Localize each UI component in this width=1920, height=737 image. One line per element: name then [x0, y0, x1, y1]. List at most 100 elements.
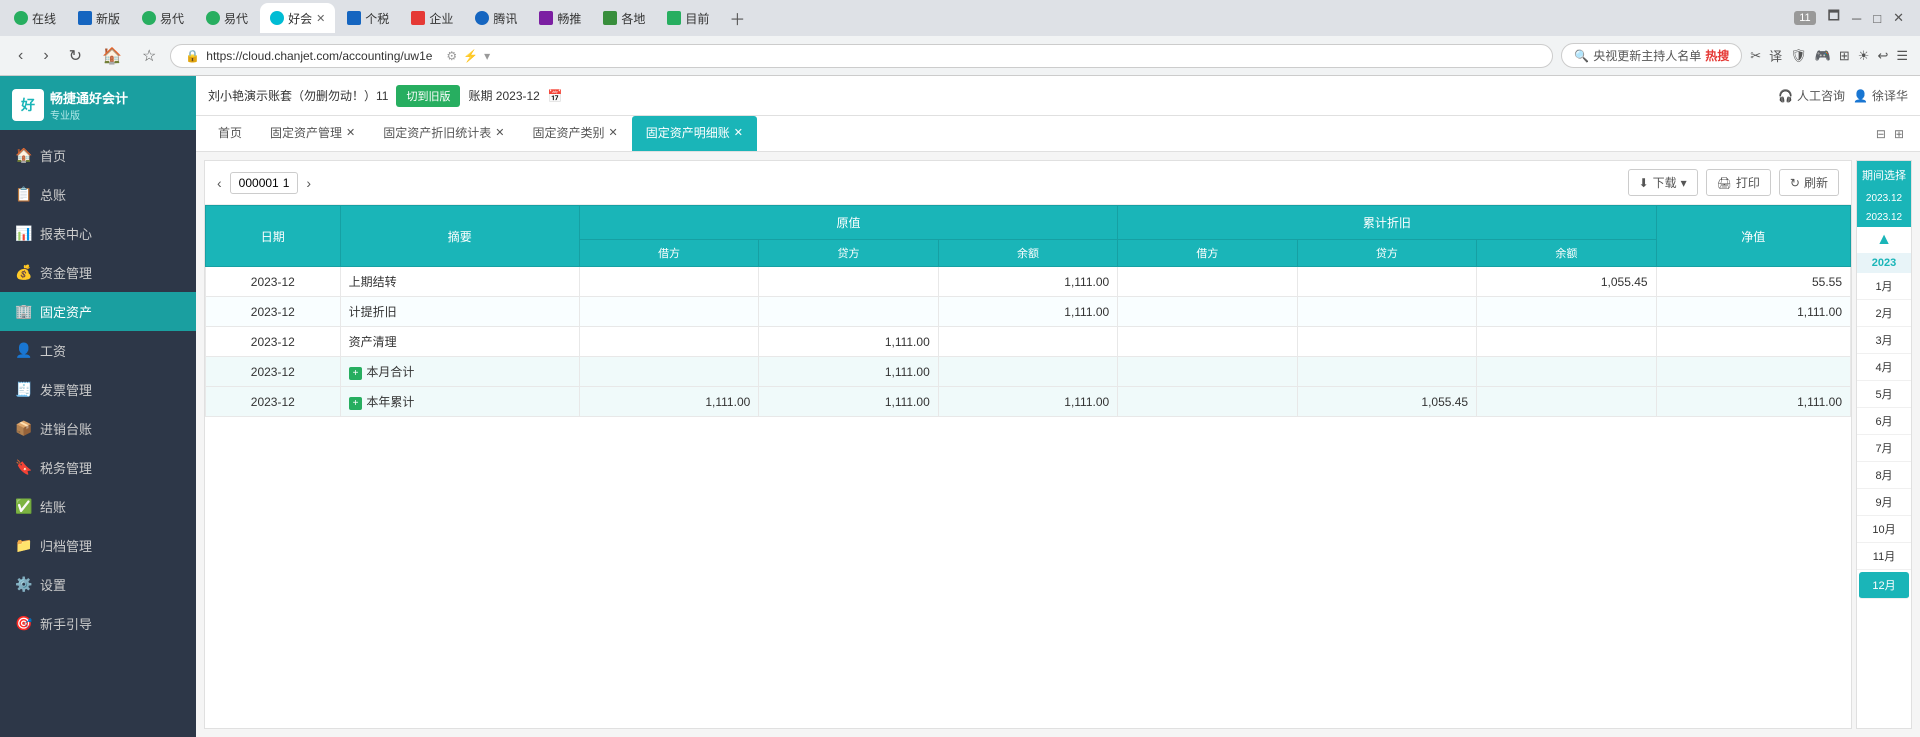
table-row[interactable]: 2023-12 上期结转 1,111.00 1,055.45 55.55 — [206, 267, 1851, 297]
period-month-9[interactable]: 9月 — [1857, 489, 1911, 516]
sidebar-item-general-ledger[interactable]: 📋 总账 — [0, 175, 196, 214]
period-month-6[interactable]: 6月 — [1857, 408, 1911, 435]
url-bar[interactable]: 🔒 https://cloud.chanjet.com/accounting/u… — [170, 44, 1553, 68]
browser-tab-tencent[interactable]: 腾讯 — [465, 3, 527, 33]
tab-close-icon[interactable]: ✕ — [316, 12, 325, 25]
settings-icon: ⚙ — [446, 49, 457, 63]
prev-account-button[interactable]: ‹ — [217, 175, 222, 191]
account-code-box[interactable]: 000001 1 — [230, 172, 299, 194]
tab-label: 企业 — [429, 10, 453, 27]
cell-orig-balance — [938, 327, 1117, 357]
period-month-10[interactable]: 10月 — [1857, 516, 1911, 543]
ledger-panel: ‹ 000001 1 › ⬇ 下载 ▾ 🖨 打印 — [204, 160, 1852, 729]
calendar-icon[interactable]: 📅 — [548, 89, 563, 103]
browser-tab-muqian[interactable]: 目前 — [657, 3, 719, 33]
download-icon: ⬇ — [1639, 176, 1649, 190]
period-month-4[interactable]: 4月 — [1857, 354, 1911, 381]
sidebar-item-settings[interactable]: ⚙️ 设置 — [0, 565, 196, 604]
period-month-1[interactable]: 1月 — [1857, 273, 1911, 300]
search-box[interactable]: 🔍 央视更新主持人名单 热搜 — [1561, 43, 1742, 68]
col-header-date: 日期 — [206, 206, 341, 267]
period-month-8[interactable]: 8月 — [1857, 462, 1911, 489]
scissors-icon[interactable]: ✂ — [1750, 48, 1761, 64]
next-account-button[interactable]: › — [306, 175, 311, 191]
table-row[interactable]: 2023-12 资产清理 1,111.00 — [206, 327, 1851, 357]
minimize-panel-icon[interactable]: ⊟ — [1876, 127, 1886, 141]
browser-tab-bar: 在线 新版 易代 易代 好会 ✕ 个税 企业 腾讯 — [0, 0, 1920, 36]
bookmark-button[interactable]: ☆ — [136, 44, 162, 68]
col-header-summary: 摘要 — [340, 206, 579, 267]
tab-asset-category[interactable]: 固定资产类别 ✕ — [518, 116, 631, 151]
sidebar-item-reports[interactable]: 📊 报表中心 — [0, 214, 196, 253]
sidebar-item-payroll[interactable]: 👤 工资 — [0, 331, 196, 370]
period-scroll-up[interactable]: ▲ — [1857, 227, 1911, 253]
close-window-icon[interactable]: ✕ — [1893, 10, 1904, 26]
back-button[interactable]: ‹ — [12, 45, 29, 67]
period-month-5[interactable]: 5月 — [1857, 381, 1911, 408]
browser-tab-yidai2[interactable]: 易代 — [196, 3, 258, 33]
sidebar-item-label: 税务管理 — [40, 458, 92, 477]
tab-depreciation-stats[interactable]: 固定资产折旧统计表 ✕ — [369, 116, 518, 151]
restore-window-icon[interactable]: 🗖 — [1828, 7, 1840, 29]
tab-close-icon[interactable]: ✕ — [495, 126, 504, 139]
tab-close-icon[interactable]: ✕ — [346, 126, 355, 139]
shield-icon[interactable]: 🛡 — [1790, 48, 1807, 64]
table-row-annual-total[interactable]: 2023-12 +本年累计 1,111.00 1,111.00 1,111.00… — [206, 387, 1851, 417]
browser-tab-yidai1[interactable]: 易代 — [132, 3, 194, 33]
period-month-3[interactable]: 3月 — [1857, 327, 1911, 354]
tab-close-icon[interactable]: ✕ — [734, 126, 743, 139]
tab-expand-button[interactable]: ⊟ ⊞ — [1876, 127, 1912, 141]
sidebar-item-tax[interactable]: 🔖 税务管理 — [0, 448, 196, 487]
tab-label: 固定资产类别 — [532, 124, 604, 141]
sidebar-item-archive[interactable]: 📁 归档管理 — [0, 526, 196, 565]
refresh-button[interactable]: ↻ — [63, 44, 88, 68]
sidebar-item-funds[interactable]: 💰 资金管理 — [0, 253, 196, 292]
sidebar-item-purchase-sales[interactable]: 📦 进销台账 — [0, 409, 196, 448]
col-header-original-value: 原值 — [579, 206, 1117, 240]
tab-close-icon[interactable]: ✕ — [609, 126, 618, 139]
sidebar-item-fixed-assets[interactable]: 🏢 固定资产 — [0, 292, 196, 331]
period-month-7[interactable]: 7月 — [1857, 435, 1911, 462]
refresh-button[interactable]: ↻ 刷新 — [1779, 169, 1839, 196]
browser-tab-chang[interactable]: 畅推 — [529, 3, 591, 33]
cell-dep-balance — [1477, 387, 1656, 417]
new-tab-button[interactable]: ＋ — [721, 2, 753, 34]
sidebar-item-close[interactable]: ✅ 结账 — [0, 487, 196, 526]
sidebar-item-home[interactable]: 🏠 首页 — [0, 136, 196, 175]
sidebar-item-guide[interactable]: 🎯 新手引导 — [0, 604, 196, 643]
browser-tab-haohui[interactable]: 好会 ✕ — [260, 3, 335, 33]
maximize-icon[interactable]: □ — [1873, 11, 1881, 26]
browser-tab-online[interactable]: 在线 — [4, 3, 66, 33]
download-button[interactable]: ⬇ 下载 ▾ — [1628, 169, 1698, 196]
period-month-11[interactable]: 11月 — [1857, 543, 1911, 570]
grid-icon[interactable]: ⊞ — [1839, 48, 1850, 64]
browser-tab-gedi[interactable]: 各地 — [593, 3, 655, 33]
browser-tab-geshui[interactable]: 个税 — [337, 3, 399, 33]
print-button[interactable]: 🖨 打印 — [1706, 169, 1771, 196]
tab-fixed-assets-mgmt[interactable]: 固定资产管理 ✕ — [256, 116, 369, 151]
menu-icon[interactable]: ☰ — [1896, 48, 1908, 64]
browser-tab-qiye[interactable]: 企业 — [401, 3, 463, 33]
summary-tag: + — [349, 367, 363, 380]
minimize-icon[interactable]: ─ — [1852, 11, 1861, 26]
user-profile-button[interactable]: 👤 徐译华 — [1853, 87, 1908, 104]
game-icon[interactable]: 🎮 — [1815, 48, 1831, 64]
sun-icon[interactable]: ☀ — [1858, 48, 1870, 64]
maximize-panel-icon[interactable]: ⊞ — [1894, 127, 1904, 141]
period-month-2[interactable]: 2月 — [1857, 300, 1911, 327]
period-month-12[interactable]: 12月 — [1859, 572, 1909, 599]
ai-consult-button[interactable]: 🎧 人工咨询 — [1778, 87, 1845, 104]
forward-button[interactable]: › — [37, 45, 54, 67]
tab-home[interactable]: 首页 — [204, 116, 256, 151]
switch-version-button[interactable]: 切到旧版 — [396, 85, 460, 107]
table-row[interactable]: 2023-12 计提折旧 1,111.00 1,111.00 — [206, 297, 1851, 327]
translate-icon[interactable]: 译 — [1769, 46, 1782, 65]
home-button[interactable]: 🏠 — [96, 44, 128, 68]
browser-tab-new[interactable]: 新版 — [68, 3, 130, 33]
undo-icon[interactable]: ↩ — [1877, 48, 1888, 64]
sidebar-item-invoice[interactable]: 🧾 发票管理 — [0, 370, 196, 409]
sidebar-item-label: 首页 — [40, 146, 66, 165]
dropdown-icon[interactable]: ▾ — [484, 49, 490, 63]
table-row-monthly-total[interactable]: 2023-12 +本月合计 1,111.00 — [206, 357, 1851, 387]
tab-asset-detail-ledger[interactable]: 固定资产明细账 ✕ — [632, 116, 757, 151]
